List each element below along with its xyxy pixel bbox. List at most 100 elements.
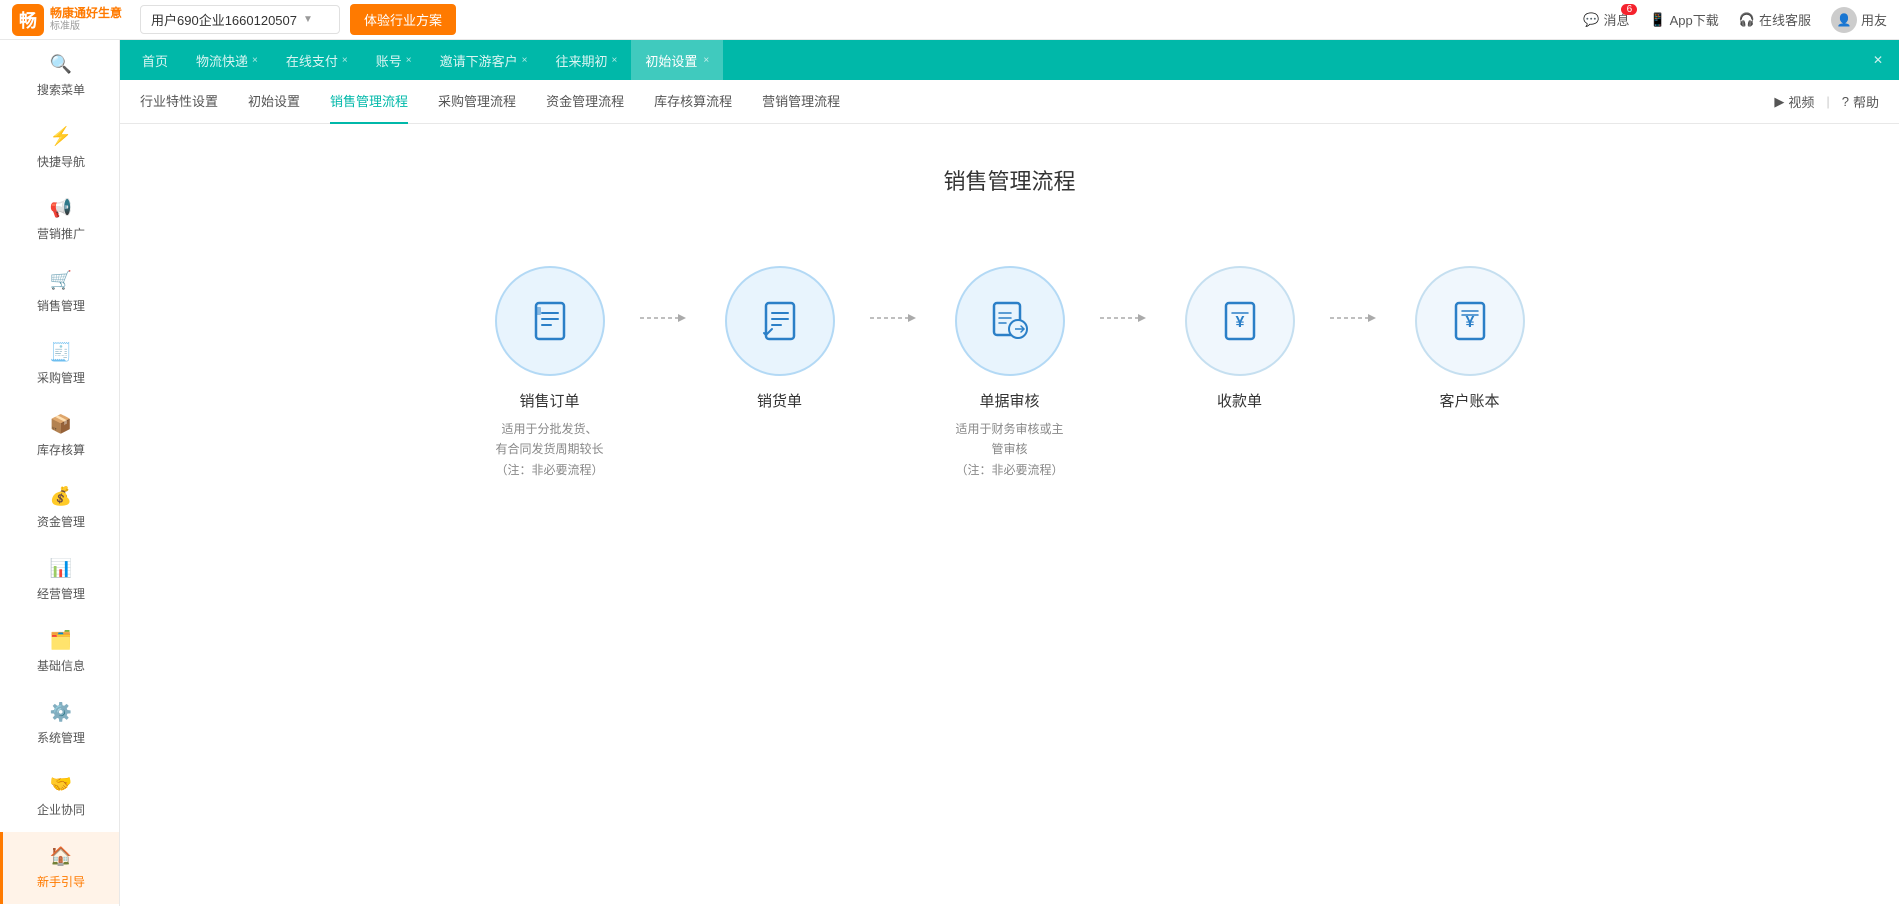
sub-tab-finance-flow[interactable]: 资金管理流程 [546, 79, 624, 124]
tab-invite-label: 邀请下游客户 [440, 51, 518, 70]
sub-tab-initial[interactable]: 初始设置 [248, 79, 300, 124]
tab-init-close-icon[interactable]: × [703, 55, 709, 66]
logo-sub: 标准版 [50, 21, 122, 33]
sub-tab-industry[interactable]: 行业特性设置 [140, 79, 218, 124]
sidebar-item-sales[interactable]: 🛒 销售管理 [0, 256, 119, 328]
sidebar-item-basics[interactable]: 🗂️ 基础信息 [0, 616, 119, 688]
online-service-label: 在线客服 [1759, 10, 1811, 29]
sub-tab-sales-flow[interactable]: 销售管理流程 [330, 79, 408, 124]
flow-arrow-3 [1100, 266, 1150, 328]
sidebar-item-guide[interactable]: 🏠 新手引导 [0, 832, 119, 904]
sidebar-label-marketing: 营销推广 [37, 225, 85, 242]
sidebar-item-marketing[interactable]: 📢 营销推广 [0, 184, 119, 256]
sidebar-item-inventory[interactable]: 📦 库存核算 [0, 400, 119, 472]
tab-period-arrow: × [611, 55, 617, 66]
tab-payment[interactable]: 在线支付 × [272, 40, 362, 80]
tab-invite-arrow: × [522, 55, 528, 66]
sidebar-item-purchase[interactable]: 🧾 采购管理 [0, 328, 119, 400]
sidebar-label-operations: 经营管理 [37, 585, 85, 602]
flow-arrow-2 [870, 266, 920, 328]
sub-tab-right-actions: ▶ 视频 | ? 帮助 [1774, 92, 1879, 111]
search-icon: 🔍 [50, 54, 72, 75]
sub-tab-inventory-flow[interactable]: 库存核算流程 [654, 79, 732, 124]
page-content: 销售管理流程 [120, 124, 1899, 906]
tab-account-label: 账号 [376, 51, 402, 70]
tab-payment-arrow: × [342, 55, 348, 66]
top-bar: 畅 畅康通好生意 标准版 用户690企业1660120507 ▼ 体验行业方案 … [0, 0, 1899, 40]
tab-account-arrow: × [406, 55, 412, 66]
flow-arrow-4 [1330, 266, 1380, 328]
handshake-icon: 🤝 [50, 774, 72, 795]
sidebar-item-search[interactable]: 🔍 搜索菜单 [0, 40, 119, 112]
flow-item-receipt[interactable]: ¥ 收款单 [1150, 266, 1330, 419]
flow-circle-sales-invoice [725, 266, 835, 376]
online-service-button[interactable]: 🎧 在线客服 [1739, 10, 1811, 29]
flow-label-account: 客户账本 [1439, 390, 1499, 411]
sidebar-label-system: 系统管理 [37, 729, 85, 746]
tab-home[interactable]: 首页 [128, 40, 182, 80]
sidebar-label-collab: 企业协同 [37, 801, 85, 818]
tab-init-settings[interactable]: 初始设置 × [631, 40, 723, 80]
box-icon: 📦 [50, 414, 72, 435]
sidebar-item-finance[interactable]: 💰 资金管理 [0, 472, 119, 544]
megaphone-icon: 📢 [50, 198, 72, 219]
video-help-button[interactable]: ▶ 视频 [1774, 92, 1814, 111]
flow-circle-sales-order [495, 266, 605, 376]
sub-tabs: 行业特性设置 初始设置 销售管理流程 采购管理流程 资金管理流程 库存核算流程 [120, 80, 1899, 124]
sidebar-label-sales: 销售管理 [37, 297, 85, 314]
download-icon: 📱 [1649, 12, 1665, 28]
flow-item-account[interactable]: ¥ 客户账本 [1380, 266, 1560, 419]
tab-logistics-label: 物流快递 [196, 51, 248, 70]
home-icon: 🏠 [50, 846, 72, 867]
flow-desc-audit: 适用于财务审核或主管审核（注：非必要流程） [955, 419, 1063, 480]
content-area: 首页 物流快递 × 在线支付 × 账号 × 邀请下游客户 × [120, 40, 1899, 906]
user-selector[interactable]: 用户690企业1660120507 ▼ [140, 5, 340, 34]
flow-item-audit[interactable]: 单据审核 适用于财务审核或主管审核（注：非必要流程） [920, 266, 1100, 480]
message-button[interactable]: 💬 消息 6 [1583, 10, 1629, 29]
sidebar-item-operations[interactable]: 📊 经营管理 [0, 544, 119, 616]
sidebar-label-purchase: 采购管理 [37, 369, 85, 386]
sidebar-item-collab[interactable]: 🤝 企业协同 [0, 760, 119, 832]
receipt-icon: 🧾 [50, 342, 72, 363]
sidebar-label-basics: 基础信息 [37, 657, 85, 674]
tab-invite[interactable]: 邀请下游客户 × [426, 40, 542, 80]
logo-main: 畅康通好生意 [50, 6, 122, 20]
tab-period[interactable]: 往来期初 × [541, 40, 631, 80]
flow-label-sales-invoice: 销货单 [757, 390, 802, 411]
flow-label-sales-order: 销售订单 [519, 390, 579, 411]
flow-label-receipt: 收款单 [1217, 390, 1262, 411]
tab-logistics[interactable]: 物流快递 × [182, 40, 272, 80]
experience-button[interactable]: 体验行业方案 [350, 4, 456, 35]
user-menu[interactable]: 👤 用友 [1831, 7, 1887, 33]
flash-icon: ⚡ [50, 126, 72, 147]
sidebar-item-quicknav[interactable]: ⚡ 快捷导航 [0, 112, 119, 184]
app-download-button[interactable]: 📱 App下载 [1649, 10, 1718, 29]
flow-item-sales-invoice[interactable]: 销货单 [690, 266, 870, 419]
message-icon: 💬 [1583, 12, 1599, 28]
tab-account[interactable]: 账号 × [362, 40, 426, 80]
page-title: 销售管理流程 [140, 164, 1879, 196]
sidebar-label-finance: 资金管理 [37, 513, 85, 530]
tab-init-settings-label: 初始设置 [645, 51, 697, 70]
message-badge: 6 [1621, 4, 1637, 15]
app-container: 畅 畅康通好生意 标准版 用户690企业1660120507 ▼ 体验行业方案 … [0, 0, 1899, 906]
flow-desc-sales-order: 适用于分批发货、有合同发货周期较长（注：非必要流程） [495, 419, 603, 480]
sub-tab-purchase-flow[interactable]: 采购管理流程 [438, 79, 516, 124]
avatar: 👤 [1831, 7, 1857, 33]
logo: 畅 畅康通好生意 标准版 [12, 4, 132, 36]
nav-tabs: 首页 物流快递 × 在线支付 × 账号 × 邀请下游客户 × [120, 40, 1899, 80]
sub-tab-marketing-flow[interactable]: 营销管理流程 [762, 79, 840, 124]
sidebar-item-system[interactable]: ⚙️ 系统管理 [0, 688, 119, 760]
sidebar-label-quicknav: 快捷导航 [37, 153, 85, 170]
help-button[interactable]: ? 帮助 [1842, 92, 1879, 111]
money-icon: 💰 [50, 486, 72, 507]
flow-circle-receipt: ¥ [1185, 266, 1295, 376]
flow-item-sales-order[interactable]: 销售订单 适用于分批发货、有合同发货周期较长（注：非必要流程） [460, 266, 640, 480]
flow-arrow-1 [640, 266, 690, 328]
video-label: 视频 [1788, 92, 1814, 111]
user-label: 用户690企业1660120507 [151, 10, 297, 29]
svg-text:¥: ¥ [1235, 314, 1244, 331]
flow-circle-account: ¥ [1415, 266, 1525, 376]
close-all-tabs[interactable]: ✕ [1865, 49, 1891, 71]
svg-text:¥: ¥ [1465, 314, 1474, 331]
